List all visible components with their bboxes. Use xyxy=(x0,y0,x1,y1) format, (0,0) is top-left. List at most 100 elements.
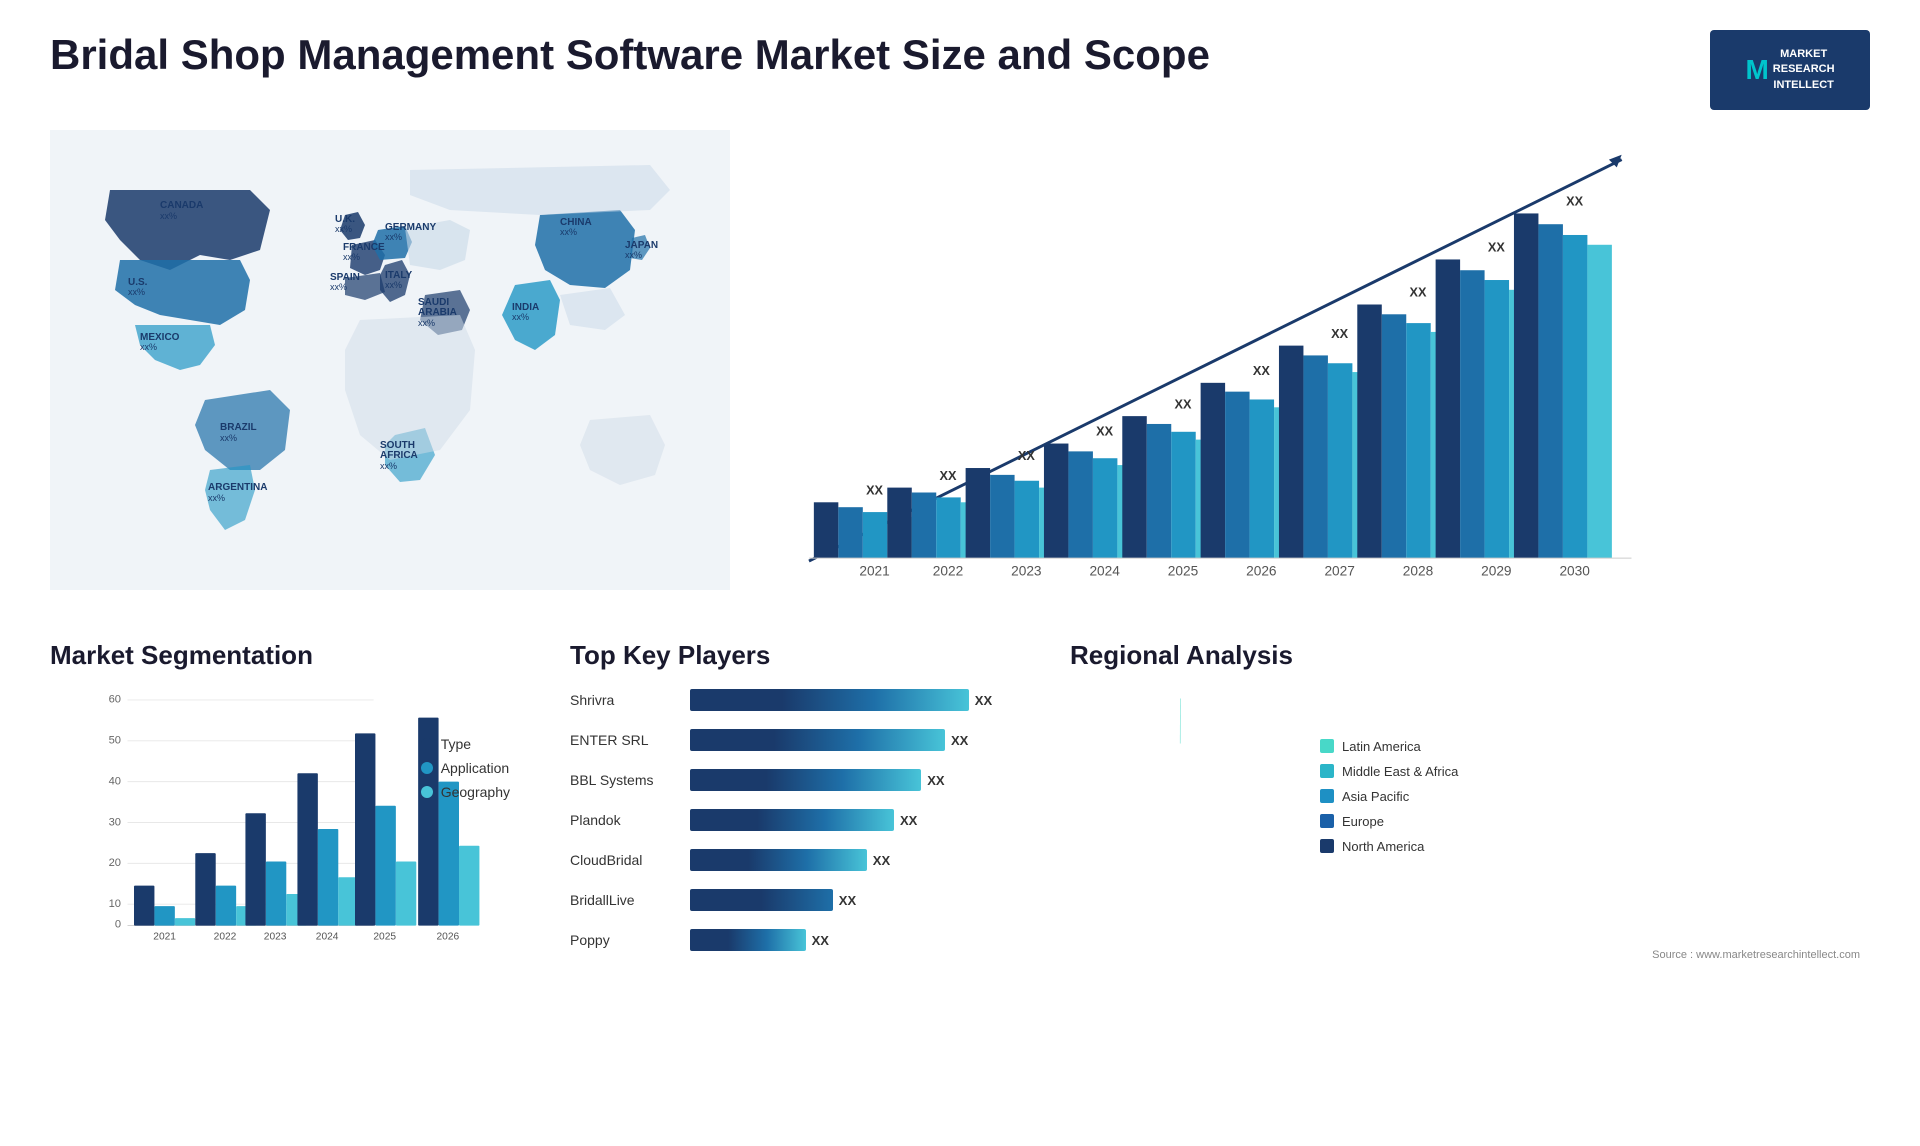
france-pct: xx% xyxy=(343,252,360,262)
page-container: Bridal Shop Management Software Market S… xyxy=(0,0,1920,1146)
legend-dot-application xyxy=(421,762,433,774)
svg-text:XX: XX xyxy=(1175,396,1192,411)
legend-label-geography: Geography xyxy=(441,784,510,800)
players-title: Top Key Players xyxy=(570,640,1030,671)
southafrica-label2: AFRICA xyxy=(380,450,418,461)
italy-pct: xx% xyxy=(385,280,402,290)
bar-plandok xyxy=(690,809,894,831)
regional-label-apac: Asia Pacific xyxy=(1342,789,1409,804)
bar-chart-svg: 2021 XX 2022 XX 2023 XX xyxy=(760,140,1641,610)
argentina-pct: xx% xyxy=(208,493,225,503)
mexico-pct: xx% xyxy=(140,342,157,352)
map-section: CANADA xx% U.S. xx% MEXICO xx% BRAZIL xx… xyxy=(50,130,730,625)
india-pct: xx% xyxy=(512,312,529,322)
svg-text:2025: 2025 xyxy=(373,932,396,943)
regional-dot-europe xyxy=(1320,814,1334,828)
regional-legend-europe: Europe xyxy=(1320,814,1458,829)
svg-text:XX: XX xyxy=(1410,285,1427,300)
player-row-enter-srl: ENTER SRL XX xyxy=(570,726,1030,754)
player-bar-shrivra: XX xyxy=(690,686,1030,714)
svg-text:2026: 2026 xyxy=(1246,564,1277,579)
logo-line2: RESEARCH xyxy=(1773,62,1835,77)
player-row-shrivra: Shrivra XX xyxy=(570,686,1030,714)
svg-text:2023: 2023 xyxy=(264,932,287,943)
svg-text:30: 30 xyxy=(109,816,121,828)
regional-legend: Latin America Middle East & Africa Asia … xyxy=(1320,739,1458,854)
legend-label-application: Application xyxy=(441,760,510,776)
regional-dot-latin xyxy=(1320,739,1334,753)
svg-text:2030: 2030 xyxy=(1559,564,1590,579)
spain-pct: xx% xyxy=(330,282,347,292)
brazil-label: BRAZIL xyxy=(220,422,257,433)
svg-text:2028: 2028 xyxy=(1403,564,1434,579)
player-row-cloudbridal: CloudBridal XX xyxy=(570,846,1030,874)
regional-legend-apac: Asia Pacific xyxy=(1320,789,1458,804)
regional-label-europe: Europe xyxy=(1342,814,1384,829)
player-value-plandok: XX xyxy=(900,813,917,828)
logo-line3: INTELLECT xyxy=(1773,78,1835,93)
svg-text:60: 60 xyxy=(109,694,121,706)
legend-type: Type xyxy=(421,736,510,752)
player-bar-cloudbridal: XX xyxy=(690,846,1030,874)
source-text: Source : www.marketresearchintellect.com xyxy=(1652,949,1860,961)
us-pct: xx% xyxy=(128,287,145,297)
player-value-poppy: XX xyxy=(812,933,829,948)
regional-legend-latin: Latin America xyxy=(1320,739,1458,754)
svg-text:XX: XX xyxy=(1488,240,1505,255)
player-row-bbl: BBL Systems XX xyxy=(570,766,1030,794)
svg-text:XX: XX xyxy=(1331,326,1348,341)
legend-dot-geography xyxy=(421,786,433,798)
logo-line1: MARKET xyxy=(1773,47,1835,62)
svg-text:2022: 2022 xyxy=(214,932,237,943)
svg-text:0: 0 xyxy=(115,918,121,930)
segmentation-section: Market Segmentation 60 50 40 30 20 10 0 xyxy=(50,640,530,966)
bar-poppy xyxy=(690,929,806,951)
legend-application: Application xyxy=(421,760,510,776)
player-bar-bridallive: XX xyxy=(690,886,1030,914)
regional-label-mea: Middle East & Africa xyxy=(1342,764,1458,779)
player-value-shrivra: XX xyxy=(975,693,992,708)
svg-text:40: 40 xyxy=(109,775,121,787)
svg-text:20: 20 xyxy=(109,857,121,869)
player-bar-enter-srl: XX xyxy=(690,726,1030,754)
saudi-label2: ARABIA xyxy=(418,307,457,318)
germany-pct: xx% xyxy=(385,232,402,242)
player-name-bbl: BBL Systems xyxy=(570,772,680,788)
player-name-plandok: Plandok xyxy=(570,812,680,828)
svg-text:XX: XX xyxy=(1018,448,1035,463)
top-row: CANADA xx% U.S. xx% MEXICO xx% BRAZIL xx… xyxy=(50,130,1870,625)
world-map-svg: CANADA xx% U.S. xx% MEXICO xx% BRAZIL xx… xyxy=(50,130,730,590)
japan-pct: xx% xyxy=(625,250,642,260)
regional-title: Regional Analysis xyxy=(1070,640,1870,671)
logo-text-block: MARKET RESEARCH INTELLECT xyxy=(1773,47,1835,93)
regional-dot-na xyxy=(1320,839,1334,853)
china-pct: xx% xyxy=(560,227,577,237)
player-value-bbl: XX xyxy=(927,773,944,788)
bar-enter-srl xyxy=(690,729,945,751)
uk-pct: xx% xyxy=(335,224,352,234)
regional-section: Regional Analysis L xyxy=(1070,640,1870,966)
logo-container: M MARKET RESEARCH INTELLECT xyxy=(1710,30,1870,110)
bar-chart-section: 2021 XX 2022 XX 2023 XX xyxy=(750,130,1661,625)
player-row-poppy: Poppy XX xyxy=(570,926,1030,954)
segmentation-title: Market Segmentation xyxy=(50,640,530,671)
logo-letter: M xyxy=(1745,54,1768,86)
bottom-grid: Market Segmentation 60 50 40 30 20 10 0 xyxy=(50,640,1870,966)
svg-text:2026: 2026 xyxy=(437,932,460,943)
canada-pct: xx% xyxy=(160,211,177,221)
players-section: Top Key Players Shrivra XX ENTER SRL XX … xyxy=(550,640,1050,966)
player-bar-bbl: XX xyxy=(690,766,1030,794)
header: Bridal Shop Management Software Market S… xyxy=(50,30,1870,110)
regional-label-latin: Latin America xyxy=(1342,739,1421,754)
bar-bbl xyxy=(690,769,921,791)
saudi-pct: xx% xyxy=(418,318,435,328)
regional-dot-mea xyxy=(1320,764,1334,778)
svg-text:XX: XX xyxy=(1253,363,1270,378)
legend-label-type: Type xyxy=(441,736,471,752)
donut-container: Latin America Middle East & Africa Asia … xyxy=(1070,686,1870,906)
svg-text:XX: XX xyxy=(866,482,883,497)
player-value-cloudbridal: XX xyxy=(873,853,890,868)
player-bar-plandok: XX xyxy=(690,806,1030,834)
legend-geography: Geography xyxy=(421,784,510,800)
svg-text:2022: 2022 xyxy=(933,564,963,579)
